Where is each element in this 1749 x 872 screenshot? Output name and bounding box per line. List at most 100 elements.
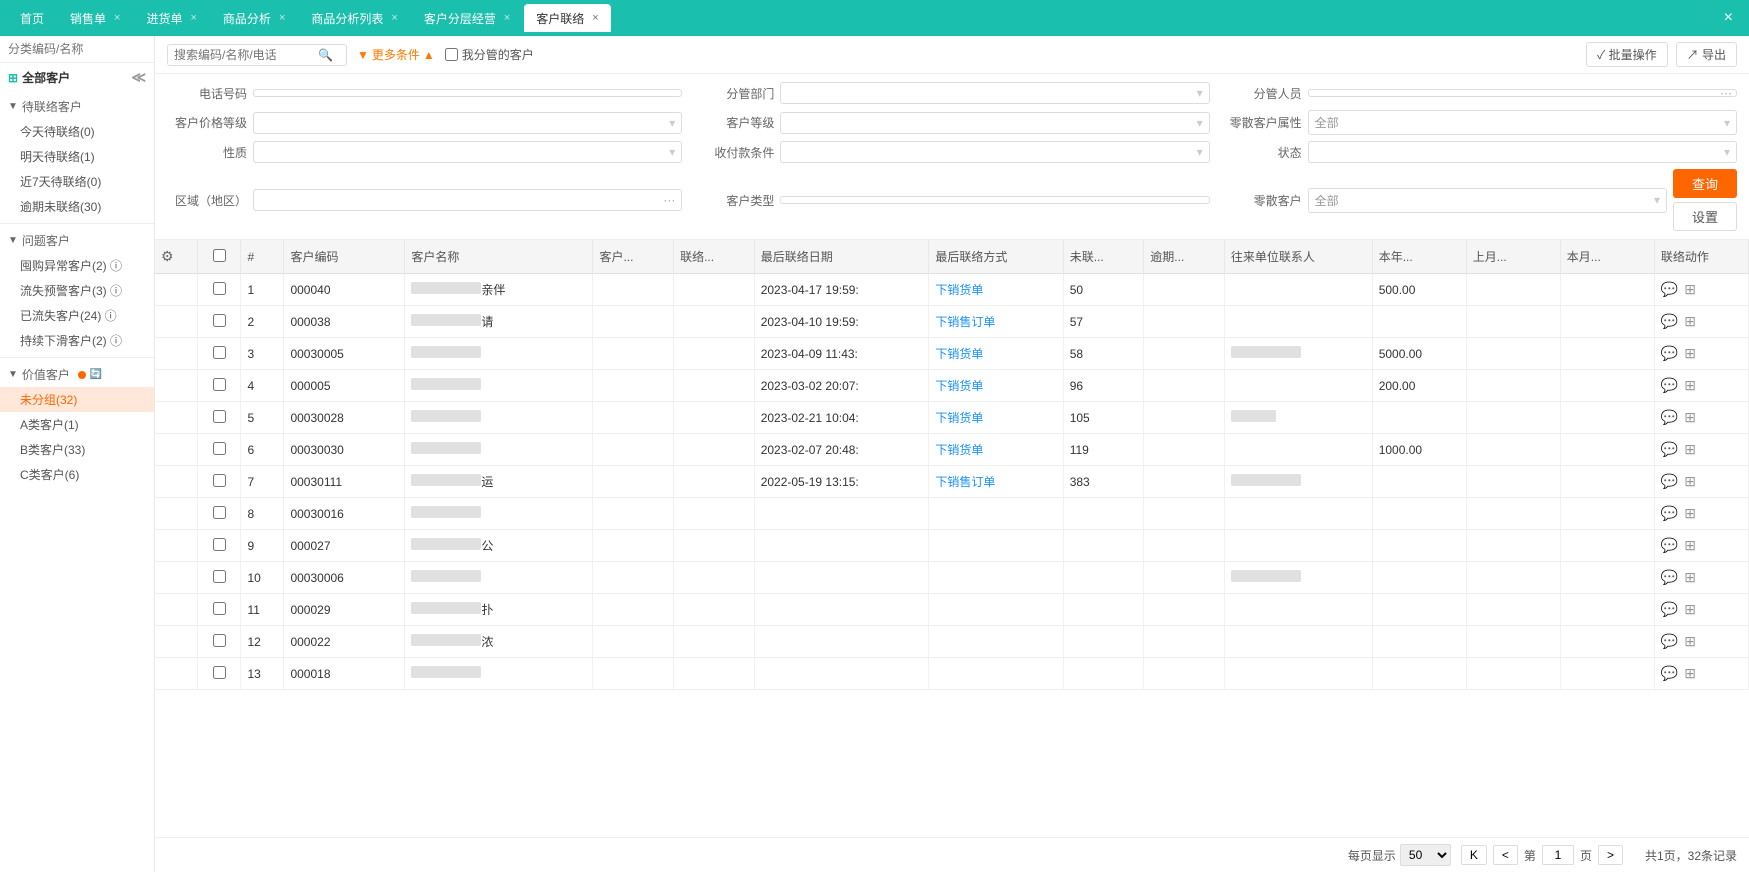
cell-check[interactable] <box>198 274 241 306</box>
group-value[interactable]: ▼ 价值客户 🔄 <box>0 362 154 387</box>
filter-payment-select[interactable]: ▾ <box>780 141 1209 163</box>
filter-nature-select[interactable]: ▾ <box>253 141 682 163</box>
chat-icon[interactable]: 💬 <box>1661 665 1678 682</box>
cell-check[interactable] <box>198 594 241 626</box>
tab-sales-close[interactable]: × <box>114 12 120 24</box>
group-pending[interactable]: ▼ 待联络客户 <box>0 94 154 119</box>
col-this-month[interactable]: 本月... <box>1560 240 1654 274</box>
grid-icon[interactable]: ⊞ <box>1684 601 1696 618</box>
col-uncontacted[interactable]: 未联... <box>1063 240 1144 274</box>
row-checkbox[interactable] <box>213 602 226 615</box>
grid-icon[interactable]: ⊞ <box>1684 313 1696 330</box>
cell-check[interactable] <box>198 626 241 658</box>
last-method-link[interactable]: 下销售订单 <box>935 315 995 329</box>
grid-icon[interactable]: ⊞ <box>1684 441 1696 458</box>
my-customers-check[interactable] <box>445 48 458 61</box>
filter-region-select[interactable]: ··· <box>253 189 682 211</box>
tab-customer-contact-close[interactable]: × <box>592 12 598 24</box>
search-input[interactable] <box>174 48 314 62</box>
grid-icon[interactable]: ⊞ <box>1684 569 1696 586</box>
sidebar-item-overdue[interactable]: 逾期未联络(30) <box>0 194 154 219</box>
row-checkbox[interactable] <box>213 506 226 519</box>
col-last-method[interactable]: 最后联络方式 <box>929 240 1063 274</box>
grid-icon[interactable]: ⊞ <box>1684 537 1696 554</box>
more-conditions-btn[interactable]: ▼ 更多条件 ▲ <box>357 46 435 63</box>
filter-person-select[interactable]: ··· <box>1308 89 1737 97</box>
last-method-link[interactable]: 下销货单 <box>935 411 983 425</box>
row-checkbox[interactable] <box>213 314 226 327</box>
col-type[interactable]: 客户... <box>593 240 674 274</box>
prev-page-button[interactable]: < <box>1493 845 1518 865</box>
last-method-link[interactable]: 下销售订单 <box>935 475 995 489</box>
next-page-button[interactable]: > <box>1598 845 1623 865</box>
row-checkbox[interactable] <box>213 378 226 391</box>
col-overdue[interactable]: 逾期... <box>1144 240 1225 274</box>
row-checkbox[interactable] <box>213 666 226 679</box>
sidebar-item-tomorrow[interactable]: 明天待联络(1) <box>0 144 154 169</box>
cell-check[interactable] <box>198 530 241 562</box>
cell-check[interactable] <box>198 338 241 370</box>
grid-icon[interactable]: ⊞ <box>1684 409 1696 426</box>
cell-check[interactable] <box>198 498 241 530</box>
reset-button[interactable]: 设置 <box>1673 202 1737 231</box>
cell-check[interactable] <box>198 658 241 690</box>
group-problem[interactable]: ▼ 问题客户 <box>0 228 154 253</box>
sidebar-item-ungrouped[interactable]: 未分组(32) <box>0 387 154 412</box>
row-checkbox[interactable] <box>213 410 226 423</box>
col-this-year[interactable]: 本年... <box>1372 240 1466 274</box>
grid-icon[interactable]: ⊞ <box>1684 505 1696 522</box>
col-name[interactable]: 客户名称 <box>405 240 593 274</box>
row-checkbox[interactable] <box>213 442 226 455</box>
sidebar-item-declining[interactable]: 持续下滑客户(2) ⓘ <box>0 328 154 353</box>
last-method-link[interactable]: 下销货单 <box>935 347 983 361</box>
cell-check[interactable] <box>198 306 241 338</box>
collapse-icon[interactable]: ≪ <box>131 69 146 86</box>
tab-sales[interactable]: 销售单 × <box>58 4 132 32</box>
my-customers-checkbox[interactable]: 我分管的客户 <box>445 46 534 63</box>
col-last-month[interactable]: 上月... <box>1466 240 1560 274</box>
tab-home[interactable]: 首页 <box>8 4 56 32</box>
col-contact[interactable]: 联络... <box>674 240 755 274</box>
chat-icon[interactable]: 💬 <box>1661 537 1678 554</box>
chat-icon[interactable]: 💬 <box>1661 441 1678 458</box>
chat-icon[interactable]: 💬 <box>1661 569 1678 586</box>
sidebar-search-input[interactable] <box>8 42 155 56</box>
sidebar-item-lost[interactable]: 已流失客户(24) ⓘ <box>0 303 154 328</box>
all-customers-header[interactable]: ⊞ 全部客户 ≪ <box>0 63 154 92</box>
grid-icon[interactable]: ⊞ <box>1684 377 1696 394</box>
tab-customer-manager-close[interactable]: × <box>504 12 510 24</box>
chat-icon[interactable]: 💬 <box>1661 473 1678 490</box>
tab-product-list-close[interactable]: × <box>391 12 397 24</box>
col-last-date[interactable]: 最后联络日期 <box>754 240 929 274</box>
last-method-link[interactable]: 下销货单 <box>935 283 983 297</box>
last-method-link[interactable]: 下销货单 <box>935 379 983 393</box>
grid-icon[interactable]: ⊞ <box>1684 633 1696 650</box>
chat-icon[interactable]: 💬 <box>1661 633 1678 650</box>
cell-check[interactable] <box>198 562 241 594</box>
batch-button[interactable]: ✓ 批量操作 <box>1586 42 1668 67</box>
row-checkbox[interactable] <box>213 634 226 647</box>
cell-check[interactable] <box>198 466 241 498</box>
export-button[interactable]: ↗ 导出 <box>1676 42 1737 67</box>
sidebar-item-abnormal[interactable]: 囤购异常客户(2) ⓘ <box>0 253 154 278</box>
cell-check[interactable] <box>198 434 241 466</box>
tab-customer-manager[interactable]: 客户分层经营 × <box>412 4 522 32</box>
filter-retail-select[interactable]: 全部▾ <box>1308 188 1667 213</box>
row-checkbox[interactable] <box>213 474 226 487</box>
col-settings[interactable]: ⚙ <box>155 240 198 274</box>
tab-purchase[interactable]: 进货单 × <box>134 4 208 32</box>
sidebar-item-7days[interactable]: 近7天待联络(0) <box>0 169 154 194</box>
chat-icon[interactable]: 💬 <box>1661 377 1678 394</box>
col-unit-contact[interactable]: 往来单位联系人 <box>1224 240 1372 274</box>
row-checkbox[interactable] <box>213 282 226 295</box>
sidebar-item-groupC[interactable]: C类客户(6) <box>0 462 154 487</box>
filter-price-level-select[interactable]: ▾ <box>253 112 682 134</box>
chat-icon[interactable]: 💬 <box>1661 601 1678 618</box>
select-all-checkbox[interactable] <box>213 249 226 262</box>
chat-icon[interactable]: 💬 <box>1661 345 1678 362</box>
tab-product-list[interactable]: 商品分析列表 × <box>299 4 409 32</box>
query-button[interactable]: 查询 <box>1673 169 1737 198</box>
cell-check[interactable] <box>198 370 241 402</box>
search-icon[interactable]: 🔍 <box>318 48 333 62</box>
filter-dept-select[interactable]: ▾ <box>780 82 1209 104</box>
